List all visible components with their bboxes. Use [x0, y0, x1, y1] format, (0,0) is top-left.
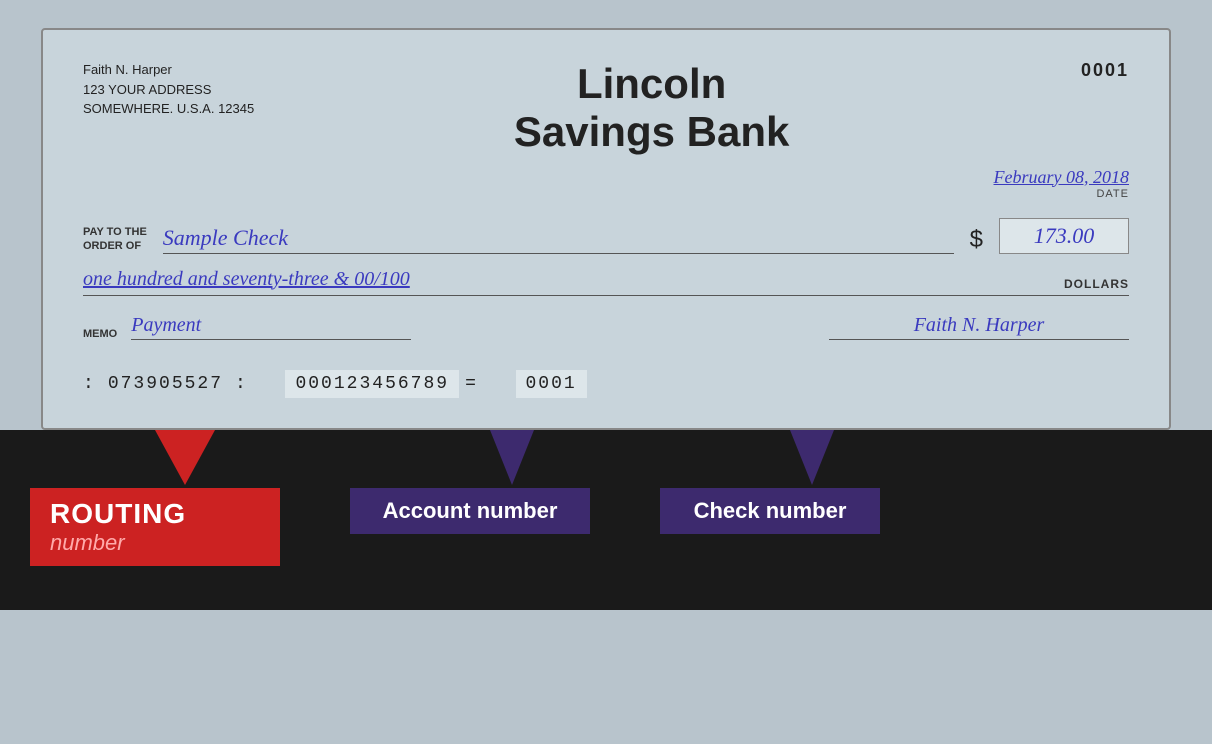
signature-line: Faith N. Harper	[829, 314, 1129, 340]
check-top: Faith N. Harper 123 YOUR ADDRESS SOMEWHE…	[83, 60, 1129, 157]
check-date-section: February 08, 2018 DATE	[994, 167, 1129, 200]
bank-name: Lincoln Savings Bank	[254, 60, 1049, 157]
check-pay-row: PAY TO THE ORDER OF Sample Check $ 173.0…	[83, 218, 1129, 254]
micr-line: : 073905527 : 000123456789 = 0001	[83, 370, 1129, 398]
check-number-top: 0001	[1049, 60, 1129, 81]
pay-to-line: Sample Check	[163, 225, 954, 254]
check-container: Faith N. Harper 123 YOUR ADDRESS SOMEWHE…	[41, 28, 1171, 430]
micr-routing-suffix: :	[235, 374, 248, 394]
check-date-row: February 08, 2018 DATE	[83, 167, 1129, 200]
check-address: Faith N. Harper 123 YOUR ADDRESS SOMEWHE…	[83, 60, 254, 119]
memo-value: Payment	[131, 314, 201, 336]
labels-area: ROUTING number Account number Check numb…	[0, 430, 1212, 610]
payee-name: Sample Check	[163, 225, 288, 250]
owner-name: Faith N. Harper	[83, 60, 254, 80]
page-wrapper: Faith N. Harper 123 YOUR ADDRESS SOMEWHE…	[0, 0, 1212, 744]
written-amount: one hundred and seventy-three & 00/100	[83, 268, 410, 291]
memo-section: MEMO Payment	[83, 314, 606, 340]
routing-label-top: ROUTING	[50, 498, 260, 530]
memo-line: Payment	[131, 314, 411, 340]
check-arrow	[790, 430, 834, 485]
memo-label: MEMO	[83, 328, 117, 340]
micr-routing-prefix: :	[83, 374, 96, 394]
micr-routing: 073905527	[102, 372, 229, 396]
check-label-text: Check number	[688, 498, 852, 524]
amount-box: 173.00	[999, 218, 1129, 254]
check-written-row: one hundred and seventy-three & 00/100 D…	[83, 268, 1129, 296]
account-arrow	[490, 430, 534, 485]
check-label-box: Check number	[660, 488, 880, 534]
micr-account-separator: =	[465, 374, 478, 394]
account-label-box: Account number	[350, 488, 590, 534]
amount-numeric: 173.00	[1034, 223, 1095, 248]
micr-check: 0001	[516, 370, 587, 398]
address-line1: 123 YOUR ADDRESS	[83, 80, 254, 100]
signature-value: Faith N. Harper	[914, 314, 1045, 336]
check-date-label: DATE	[994, 188, 1129, 200]
check-memo-row: MEMO Payment Faith N. Harper	[83, 314, 1129, 340]
routing-label-bottom: number	[50, 530, 260, 556]
account-label-text: Account number	[378, 498, 562, 524]
dollar-sign: $	[970, 226, 983, 254]
pay-to-label: PAY TO THE ORDER OF	[83, 225, 147, 254]
check-date-value: February 08, 2018	[994, 167, 1129, 188]
routing-arrow	[155, 430, 215, 485]
address-line2: SOMEWHERE. U.S.A. 12345	[83, 99, 254, 119]
routing-label-box: ROUTING number	[30, 488, 280, 566]
micr-account: 000123456789	[285, 370, 459, 398]
dollars-label: DOLLARS	[1064, 277, 1129, 291]
signature-section: Faith N. Harper	[606, 314, 1129, 340]
